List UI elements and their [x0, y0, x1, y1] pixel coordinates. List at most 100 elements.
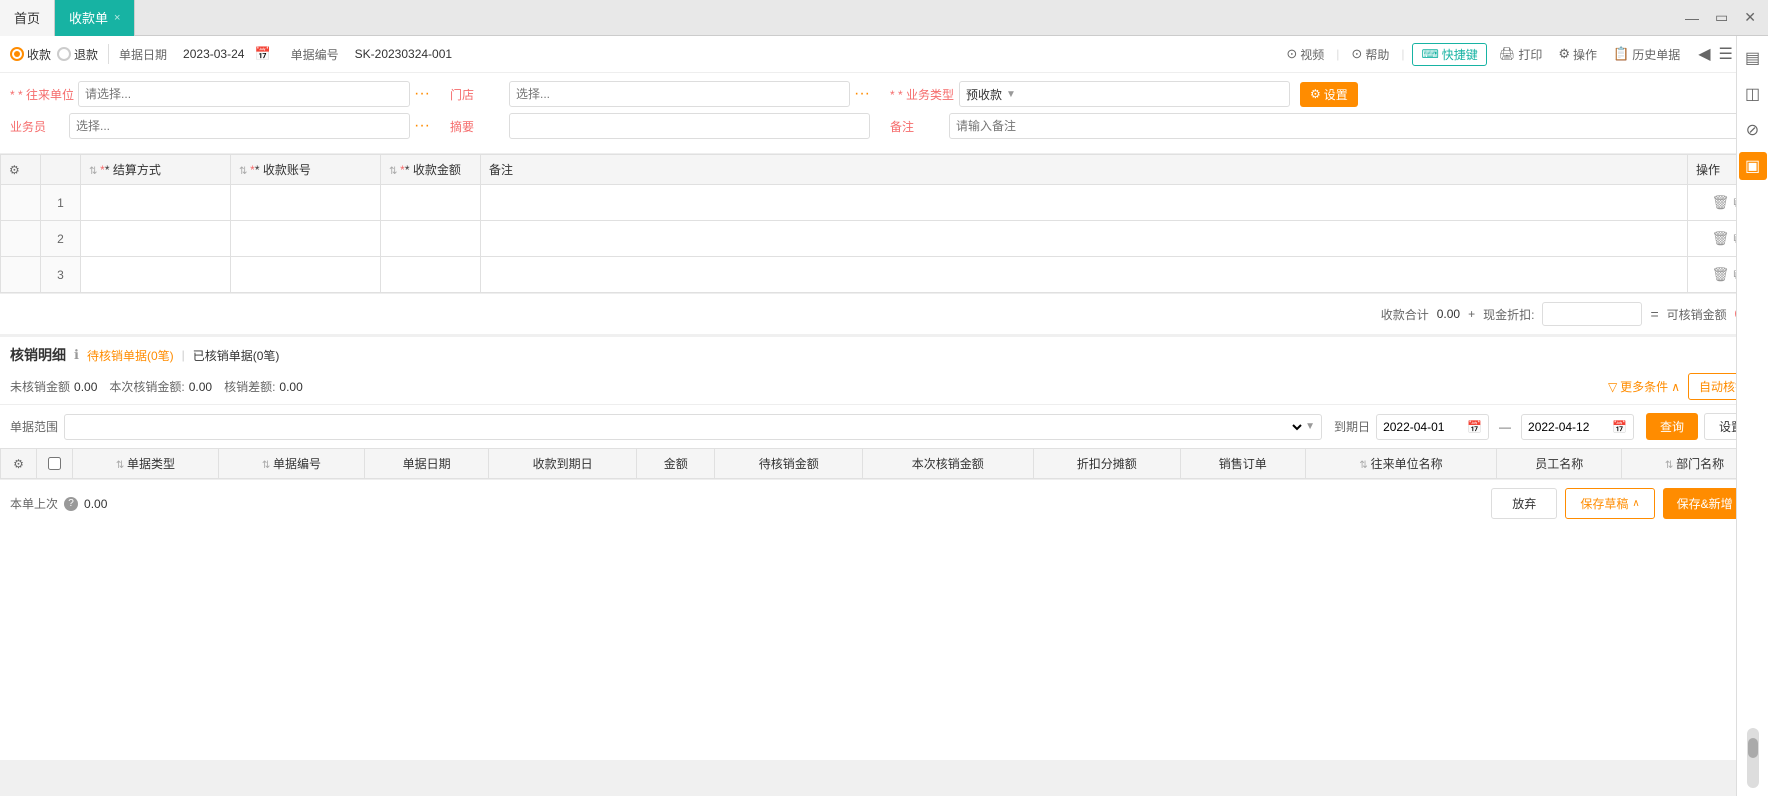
- note-input[interactable]: [956, 119, 1751, 133]
- row-settings-1: [1, 185, 41, 221]
- restore-button[interactable]: ▭: [1711, 7, 1732, 28]
- range-select[interactable]: [71, 419, 1305, 435]
- close-button[interactable]: ✕: [1740, 7, 1760, 28]
- side-btn-2[interactable]: ◫: [1739, 80, 1767, 108]
- ops-button[interactable]: ⚙ 操作: [1554, 44, 1601, 65]
- history-label: 历史单据: [1632, 46, 1680, 63]
- range-select-wrap[interactable]: ▼: [64, 414, 1322, 440]
- cell-remark-1[interactable]: [481, 185, 1688, 221]
- col-checkbox-header: [37, 449, 73, 479]
- discount-input[interactable]: [1542, 302, 1642, 326]
- tab-current[interactable]: 收款单 ×: [55, 0, 135, 36]
- radio-refund[interactable]: 退款: [57, 46, 98, 63]
- side-btn-4[interactable]: ▣: [1739, 152, 1767, 180]
- view-prev-icon[interactable]: ◀: [1696, 42, 1712, 66]
- due-date-from-input[interactable]: [1383, 420, 1463, 434]
- calendar-icon[interactable]: 📅: [254, 46, 270, 62]
- calendar-to-icon[interactable]: 📅: [1612, 420, 1627, 434]
- cell-amount-1[interactable]: [381, 185, 481, 221]
- cell-settlement-3[interactable]: [81, 257, 231, 293]
- side-btn-3[interactable]: ⊘: [1739, 116, 1767, 144]
- cell-settlement-2[interactable]: [81, 221, 231, 257]
- window-controls: — ▭ ✕: [1681, 7, 1768, 28]
- delete-icon-3[interactable]: 🗑: [1712, 266, 1730, 283]
- range-field: 单据范围 ▼: [10, 414, 1322, 440]
- cell-remark-2[interactable]: [481, 221, 1688, 257]
- this-time-value: 0.00: [189, 380, 212, 394]
- col-pending: 待核销金额: [715, 449, 863, 479]
- minimize-button[interactable]: —: [1681, 8, 1703, 28]
- store-input-wrap[interactable]: [509, 81, 850, 107]
- save-draft-button[interactable]: 保存草稿 ∧: [1565, 488, 1654, 519]
- form-settings-button[interactable]: ⚙ 设置: [1300, 82, 1358, 107]
- tab-home[interactable]: 首页: [0, 0, 55, 36]
- unchecked-value: 0.00: [74, 380, 97, 394]
- staff-input-wrap[interactable]: [69, 113, 410, 139]
- calendar-from-icon[interactable]: 📅: [1467, 420, 1482, 434]
- summary-row: 收款合计 0.00 + 现金折扣: = 可核销金额 0.00: [0, 293, 1768, 334]
- store-more-icon[interactable]: ···: [854, 86, 870, 102]
- cell-amount-2[interactable]: [381, 221, 481, 257]
- table-row: 1 🗑 ⧉: [1, 185, 1768, 221]
- table-settings-icon[interactable]: ⚙: [9, 163, 20, 177]
- carry-info-icon[interactable]: ?: [64, 497, 78, 511]
- pending-tab-link[interactable]: 待核销单据(0笔): [87, 347, 174, 364]
- toolbar-row: 收款 退款 单据日期 2023-03-24 📅 单据编号 SK-20230324…: [0, 36, 1768, 73]
- party-input-wrap[interactable]: [78, 81, 410, 107]
- more-conditions-button[interactable]: ▽ 更多条件 ∧: [1608, 378, 1680, 395]
- party-input[interactable]: [85, 87, 403, 101]
- col-settings-header: ⚙: [1, 155, 41, 185]
- summary-input[interactable]: [516, 119, 863, 133]
- video-button[interactable]: ⊙ 视频: [1282, 44, 1328, 65]
- plus-label: +: [1468, 307, 1475, 321]
- total-label: 收款合计: [1381, 306, 1429, 323]
- query-button[interactable]: 查询: [1646, 413, 1698, 440]
- shortcut-button[interactable]: ⌨ 快捷键: [1412, 43, 1486, 66]
- biz-type-arrow[interactable]: ▼: [1006, 89, 1016, 100]
- summary-input-wrap[interactable]: [509, 113, 870, 139]
- history-button[interactable]: 📋 历史单据: [1609, 44, 1684, 65]
- done-tab-link[interactable]: 已核销单据(0笔): [193, 347, 280, 364]
- select-all-checkbox[interactable]: [48, 457, 61, 470]
- store-field: 门店 ···: [450, 81, 870, 107]
- biz-type-label: * 业务类型: [890, 86, 955, 103]
- shortcut-icon: ⌨: [1421, 47, 1438, 61]
- tab-close-icon[interactable]: ×: [114, 12, 120, 24]
- col-party: ⇅ 往来单位名称: [1305, 449, 1497, 479]
- cell-account-2[interactable]: [231, 221, 381, 257]
- side-btn-1[interactable]: ▤: [1739, 44, 1767, 72]
- print-button[interactable]: 🖨 打印: [1495, 44, 1547, 65]
- info-icon[interactable]: ℹ: [74, 347, 79, 363]
- help-button[interactable]: ⊙ 帮助: [1347, 44, 1393, 65]
- unchecked-stat: 未核销金额 0.00: [10, 378, 97, 395]
- note-input-wrap[interactable]: [949, 113, 1758, 139]
- due-date-to-input[interactable]: [1528, 420, 1608, 434]
- radio-collect-label: 收款: [27, 46, 51, 63]
- store-input[interactable]: [516, 87, 843, 101]
- biz-type-input-wrap[interactable]: 预收款 ▼: [959, 81, 1290, 107]
- cell-account-3[interactable]: [231, 257, 381, 293]
- due-date-from-wrap[interactable]: 📅: [1376, 414, 1489, 440]
- verification-title: 核销明细: [10, 345, 66, 365]
- cell-amount-3[interactable]: [381, 257, 481, 293]
- video-label: 视频: [1300, 46, 1324, 63]
- party-more-icon[interactable]: ···: [414, 86, 430, 102]
- bottom-table-settings-icon[interactable]: ⚙: [13, 457, 24, 471]
- discard-button[interactable]: 放弃: [1491, 488, 1557, 519]
- cell-remark-3[interactable]: [481, 257, 1688, 293]
- delete-icon-1[interactable]: 🗑: [1712, 194, 1730, 211]
- staff-input[interactable]: [76, 119, 403, 133]
- sort-icon: ⇅: [1665, 460, 1676, 471]
- delete-icon-2[interactable]: 🗑: [1712, 230, 1730, 247]
- cell-account-1[interactable]: [231, 185, 381, 221]
- radio-collect[interactable]: 收款: [10, 46, 51, 63]
- cell-settlement-1[interactable]: [81, 185, 231, 221]
- view-list-icon[interactable]: ☰: [1717, 42, 1735, 66]
- biz-type-value: 预收款: [966, 86, 1002, 103]
- staff-more-icon[interactable]: ···: [414, 118, 430, 134]
- note-field: 备注: [890, 113, 1758, 139]
- sort-icon: ⇅: [1359, 460, 1370, 471]
- due-date-to-wrap[interactable]: 📅: [1521, 414, 1634, 440]
- save-new-label: 保存&新增: [1677, 495, 1733, 512]
- doc-num-value: SK-20230324-001: [355, 47, 452, 61]
